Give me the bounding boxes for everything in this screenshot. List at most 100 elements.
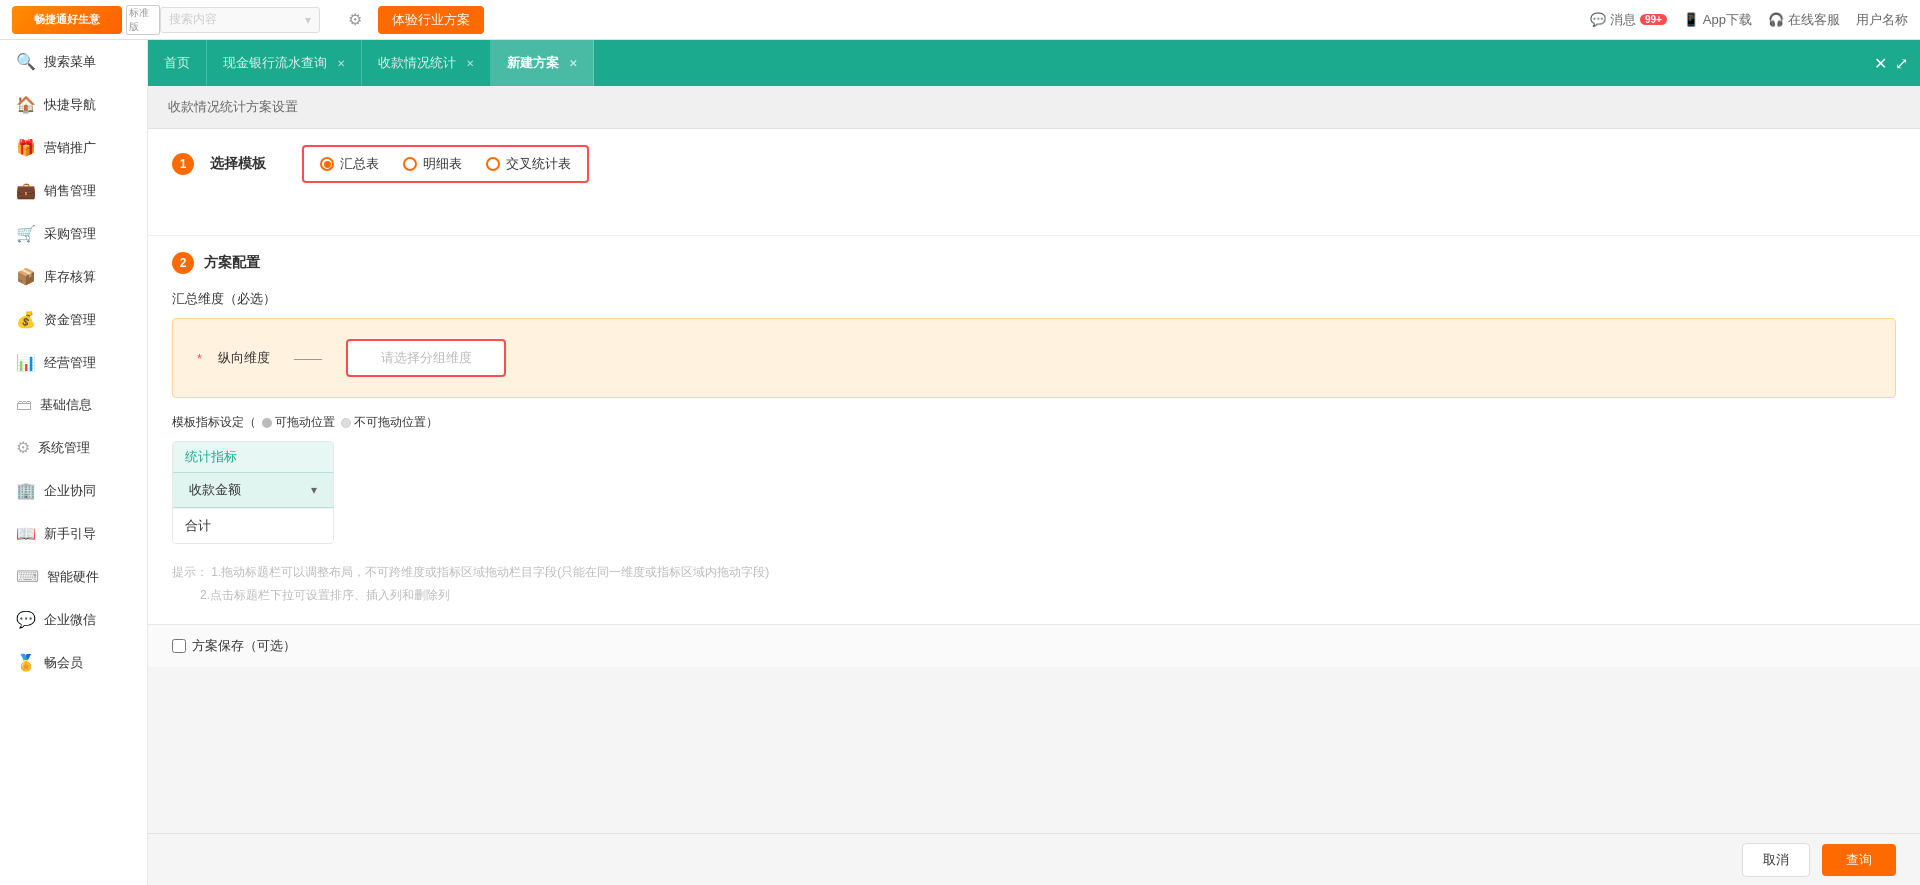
tab-receipt-stat-close[interactable]: ✕	[466, 58, 474, 69]
step2-row: 2 方案配置	[172, 252, 1896, 274]
template-radio-group: 汇总表 明细表 交叉统计表	[302, 145, 589, 183]
step2-section: 2 方案配置 汇总维度（必选） * 纵向维度 —— 请选择分组维	[148, 252, 1920, 624]
hint-2-text: 2.点击标题栏下拉可设置排序、插入列和删除列	[172, 588, 450, 602]
radio-cross-label: 交叉统计表	[506, 155, 571, 173]
step2-num: 2	[172, 252, 194, 274]
sidebar-item-label: 快捷导航	[44, 96, 96, 114]
step1-row: 1 选择模板 汇总表 明细表	[172, 145, 1896, 183]
message-icon: 💬	[1590, 12, 1606, 27]
dimension-title-text: 汇总维度（必选）	[172, 291, 276, 306]
basic-info-icon: 🗃	[16, 396, 32, 414]
sidebar-item-label: 系统管理	[38, 439, 90, 457]
metrics-header-label: 统计指标	[185, 449, 237, 464]
tab-home[interactable]: 首页	[148, 40, 207, 86]
tab-new-plan[interactable]: 新建方案 ✕	[491, 40, 594, 86]
sidebar-item-label: 企业协同	[44, 482, 96, 500]
vertical-dim-label: 纵向维度	[218, 349, 270, 367]
online-support-label: 在线客服	[1788, 11, 1840, 29]
notification-badge: 99+	[1640, 14, 1667, 25]
tab-bank-flow-close[interactable]: ✕	[337, 58, 345, 69]
query-button[interactable]: 查询	[1822, 844, 1896, 876]
drag-dot: 可拖动位置	[262, 414, 335, 431]
tab-receipt-stat[interactable]: 收款情况统计 ✕	[362, 40, 491, 86]
logo-area: 畅捷通好生意 标准版	[12, 5, 160, 35]
tab-home-label: 首页	[164, 54, 190, 72]
main-layout: 🔍 搜索菜单 🏠 快捷导航 🎁 营销推广 💼 销售管理 🛒 采购管理 📦 库存核…	[0, 40, 1920, 885]
hint-line-2: 2.点击标题栏下拉可设置排序、插入列和删除列	[172, 587, 1896, 604]
dimension-select[interactable]: 请选择分组维度	[346, 339, 506, 377]
online-support-area[interactable]: 🎧 在线客服	[1768, 11, 1840, 29]
radio-cross[interactable]: 交叉统计表	[486, 155, 571, 173]
sidebar-item-label: 企业微信	[44, 611, 96, 629]
bottom-save-bar: 方案保存（可选）	[148, 624, 1920, 667]
page-content: 收款情况统计方案设置 1 选择模板 汇总表	[148, 86, 1920, 833]
hardware-icon: ⌨	[16, 567, 39, 586]
gear-icon[interactable]: ⚙	[340, 10, 370, 29]
quick-nav-icon: 🏠	[16, 95, 36, 114]
marketing-icon: 🎁	[16, 138, 36, 157]
tab-bank-flow[interactable]: 现金银行流水查询 ✕	[207, 40, 362, 86]
sidebar-item-member[interactable]: 🏅 畅会员	[0, 641, 147, 684]
sidebar-item-basic-info[interactable]: 🗃 基础信息	[0, 384, 147, 426]
hint-1-text: 1.拖动标题栏可以调整布局，不可跨维度或指标区域拖动栏目字段(只能在同一维度或指…	[211, 565, 769, 579]
metrics-col-header-row[interactable]: 收款金额 ▾	[173, 473, 333, 508]
sidebar-item-search-menu[interactable]: 🔍 搜索菜单	[0, 40, 147, 83]
sidebar-item-hardware[interactable]: ⌨ 智能硬件	[0, 555, 147, 598]
trial-button[interactable]: 体验行业方案	[378, 6, 484, 34]
tab-new-plan-close[interactable]: ✕	[569, 58, 577, 69]
sidebar-item-label: 智能硬件	[47, 568, 99, 586]
sidebar-item-enterprise[interactable]: 🏢 企业协同	[0, 469, 147, 512]
radio-summary-circle	[320, 157, 334, 171]
radio-summary[interactable]: 汇总表	[320, 155, 379, 173]
search-bar: 搜索内容 ▾	[160, 7, 320, 33]
wechat-icon: 💬	[16, 610, 36, 629]
sidebar-item-guide[interactable]: 📖 新手引导	[0, 512, 147, 555]
col-arrow-icon[interactable]: ▾	[311, 483, 317, 497]
headset-icon: 🎧	[1768, 12, 1784, 27]
required-star: *	[197, 351, 202, 366]
minimize-icon[interactable]: ✕	[1874, 54, 1887, 73]
notification-area[interactable]: 💬 消息 99+	[1590, 11, 1667, 29]
metrics-table-header: 统计指标	[173, 442, 333, 473]
logo-text: 畅捷通好生意	[34, 12, 100, 27]
app-download-area[interactable]: 📱 App下载	[1683, 11, 1752, 29]
step1-label: 选择模板	[210, 155, 266, 173]
sidebar-item-inventory[interactable]: 📦 库存核算	[0, 255, 147, 298]
radio-cross-circle	[486, 157, 500, 171]
divider-1	[148, 235, 1920, 236]
cancel-button[interactable]: 取消	[1742, 843, 1810, 877]
sidebar-item-quick-nav[interactable]: 🏠 快捷导航	[0, 83, 147, 126]
metrics-table: 统计指标 收款金额 ▾ 合计	[172, 441, 334, 544]
sidebar-item-label: 经营管理	[44, 354, 96, 372]
step1-section: 1 选择模板 汇总表 明细表	[148, 129, 1920, 219]
radio-detail[interactable]: 明细表	[403, 155, 462, 173]
tab-bar-actions: ✕ ⤢	[1874, 54, 1920, 73]
maximize-icon[interactable]: ⤢	[1895, 54, 1908, 73]
dimension-orange-area: * 纵向维度 —— 请选择分组维度	[172, 318, 1896, 398]
search-placeholder-text: 搜索内容	[169, 11, 217, 28]
page-inner: 收款情况统计方案设置 1 选择模板 汇总表	[148, 86, 1920, 667]
page-title: 收款情况统计方案设置	[168, 99, 298, 114]
search-menu-icon: 🔍	[16, 52, 36, 71]
username-display[interactable]: 用户名称	[1856, 11, 1908, 29]
enterprise-icon: 🏢	[16, 481, 36, 500]
sidebar-item-system[interactable]: ⚙ 系统管理	[0, 426, 147, 469]
sidebar-item-marketing[interactable]: 🎁 营销推广	[0, 126, 147, 169]
sidebar-item-sales[interactable]: 💼 销售管理	[0, 169, 147, 212]
finance-icon: 💰	[16, 310, 36, 329]
drag-dot-icon	[262, 418, 272, 428]
sidebar-item-wechat[interactable]: 💬 企业微信	[0, 598, 147, 641]
save-plan-checkbox-label[interactable]: 方案保存（可选）	[172, 637, 296, 655]
tab-bar: 首页 现金银行流水查询 ✕ 收款情况统计 ✕ 新建方案 ✕ ✕ ⤢	[148, 40, 1920, 86]
tab-new-plan-label: 新建方案	[507, 54, 559, 72]
hint-line-1: 提示： 1.拖动标题栏可以调整布局，不可跨维度或指标区域拖动栏目字段(只能在同一…	[172, 564, 1896, 581]
header-search-area: 搜索内容 ▾	[160, 7, 340, 33]
purchase-icon: 🛒	[16, 224, 36, 243]
save-plan-checkbox[interactable]	[172, 639, 186, 653]
sidebar-item-label: 销售管理	[44, 182, 96, 200]
sidebar-item-purchase[interactable]: 🛒 采购管理	[0, 212, 147, 255]
sidebar-item-finance[interactable]: 💰 资金管理	[0, 298, 147, 341]
sidebar-item-operations[interactable]: 📊 经营管理	[0, 341, 147, 384]
metrics-setting-row: 模板指标设定（ 可拖动位置 不可拖动位置）	[172, 414, 1896, 431]
search-dropdown-icon[interactable]: ▾	[305, 13, 311, 27]
